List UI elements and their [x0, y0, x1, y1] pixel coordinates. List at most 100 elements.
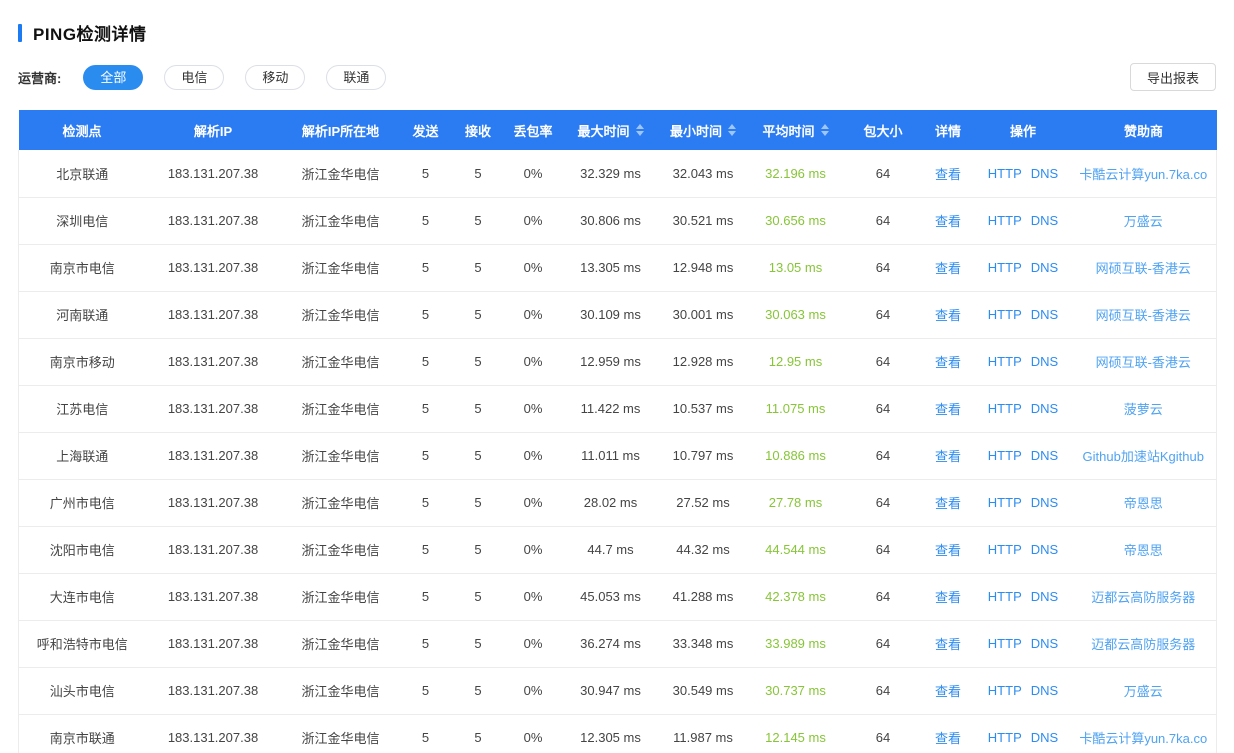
cell-sponsor: 卡酷云计算yun.7ka.co [1070, 150, 1217, 198]
cell-sent: 5 [400, 667, 451, 715]
cell-avg: 12.95 ms [745, 338, 846, 386]
sort-icon[interactable] [728, 124, 736, 136]
cell-ip: 183.131.207.38 [145, 244, 281, 292]
filter-telecom-button[interactable]: 电信 [164, 64, 225, 90]
view-detail-link[interactable]: 查看 [935, 214, 961, 229]
dns-link[interactable]: DNS [1031, 448, 1058, 463]
view-detail-link[interactable]: 查看 [935, 637, 961, 652]
http-link[interactable]: HTTP [988, 307, 1022, 322]
http-link[interactable]: HTTP [988, 448, 1022, 463]
http-link[interactable]: HTTP [988, 401, 1022, 416]
sponsor-link[interactable]: 帝恩思 [1124, 543, 1163, 558]
sponsor-link[interactable]: 帝恩思 [1124, 496, 1163, 511]
column-header[interactable]: 最大时间 [560, 110, 661, 150]
table-body: 北京联通 183.131.207.38 浙江金华电信 5 5 0% 32.329 ms 32.… [18, 150, 1217, 753]
filter-unicom-button[interactable]: 联通 [326, 64, 387, 90]
cell-actions: HTTP DNS [975, 385, 1071, 433]
sort-asc-icon[interactable] [635, 124, 644, 129]
view-detail-link[interactable]: 查看 [935, 402, 961, 417]
http-link[interactable]: HTTP [988, 354, 1022, 369]
column-header: 接收 [450, 110, 506, 150]
sort-desc-icon[interactable] [635, 131, 644, 136]
dns-link[interactable]: DNS [1031, 636, 1058, 651]
http-link[interactable]: HTTP [988, 213, 1022, 228]
sponsor-link[interactable]: 万盛云 [1124, 214, 1163, 229]
cell-received: 5 [450, 244, 506, 292]
export-report-button[interactable]: 导出报表 [1129, 63, 1216, 91]
view-detail-link[interactable]: 查看 [935, 355, 961, 370]
dns-link[interactable]: DNS [1031, 260, 1058, 275]
dns-link[interactable]: DNS [1031, 307, 1058, 322]
http-link[interactable]: HTTP [988, 730, 1022, 745]
cell-location: 浙江金华电信 [280, 667, 401, 715]
sponsor-link[interactable]: 网硕互联-香港云 [1096, 261, 1191, 276]
dns-link[interactable]: DNS [1031, 542, 1058, 557]
title-marker-bar [18, 23, 22, 42]
cell-loss: 0% [505, 432, 561, 480]
http-link[interactable]: HTTP [988, 683, 1022, 698]
cell-sent: 5 [400, 714, 451, 753]
sponsor-link[interactable]: 迈都云高防服务器 [1091, 590, 1195, 605]
cell-spot: 沈阳市电信 [18, 526, 146, 574]
column-header: 解析IP [145, 110, 281, 150]
sponsor-link[interactable]: 卡酷云计算yun.7ka.co [1079, 167, 1207, 182]
view-detail-link[interactable]: 查看 [935, 496, 961, 511]
cell-sent: 5 [400, 197, 451, 245]
cell-location: 浙江金华电信 [280, 479, 401, 527]
cell-sponsor: 万盛云 [1070, 197, 1217, 245]
dns-link[interactable]: DNS [1031, 589, 1058, 604]
column-header[interactable]: 最小时间 [660, 110, 746, 150]
cell-size: 64 [845, 291, 921, 339]
cell-location: 浙江金华电信 [280, 197, 401, 245]
sponsor-link[interactable]: Github加速站Kgithub [1083, 449, 1204, 464]
dns-link[interactable]: DNS [1031, 213, 1058, 228]
filter-all-button[interactable]: 全部 [83, 64, 144, 90]
http-link[interactable]: HTTP [988, 260, 1022, 275]
sponsor-link[interactable]: 网硕互联-香港云 [1096, 308, 1191, 323]
http-link[interactable]: HTTP [988, 636, 1022, 651]
dns-link[interactable]: DNS [1031, 495, 1058, 510]
cell-avg: 11.075 ms [745, 385, 846, 433]
sponsor-link[interactable]: 卡酷云计算yun.7ka.co [1079, 731, 1207, 746]
sponsor-link[interactable]: 万盛云 [1124, 684, 1163, 699]
cell-loss: 0% [505, 526, 561, 574]
dns-link[interactable]: DNS [1031, 166, 1058, 181]
cell-spot: 呼和浩特市电信 [18, 620, 146, 668]
sort-asc-icon[interactable] [820, 124, 829, 129]
dns-link[interactable]: DNS [1031, 401, 1058, 416]
view-detail-link[interactable]: 查看 [935, 308, 961, 323]
view-detail-link[interactable]: 查看 [935, 590, 961, 605]
view-detail-link[interactable]: 查看 [935, 449, 961, 464]
cell-ip: 183.131.207.38 [145, 573, 281, 621]
cell-received: 5 [450, 479, 506, 527]
sponsor-link[interactable]: 网硕互联-香港云 [1096, 355, 1191, 370]
column-header[interactable]: 平均时间 [745, 110, 846, 150]
dns-link[interactable]: DNS [1031, 730, 1058, 745]
http-link[interactable]: HTTP [988, 589, 1022, 604]
sort-desc-icon[interactable] [820, 131, 829, 136]
view-detail-link[interactable]: 查看 [935, 167, 961, 182]
filter-mobile-button[interactable]: 移动 [245, 64, 306, 90]
cell-sent: 5 [400, 338, 451, 386]
table-row: 大连市电信 183.131.207.38 浙江金华电信 5 5 0% 45.053 ms 41… [18, 573, 1217, 621]
http-link[interactable]: HTTP [988, 166, 1022, 181]
sort-icon[interactable] [820, 124, 829, 136]
view-detail-link[interactable]: 查看 [935, 543, 961, 558]
http-link[interactable]: HTTP [988, 542, 1022, 557]
cell-max: 30.806 ms [560, 197, 661, 245]
cell-actions: HTTP DNS [975, 573, 1071, 621]
sort-asc-icon[interactable] [728, 124, 736, 129]
sponsor-link[interactable]: 迈都云高防服务器 [1091, 637, 1195, 652]
dns-link[interactable]: DNS [1031, 683, 1058, 698]
sponsor-link[interactable]: 菠萝云 [1124, 402, 1163, 417]
sort-desc-icon[interactable] [728, 131, 736, 136]
http-link[interactable]: HTTP [988, 495, 1022, 510]
cell-detail: 查看 [920, 338, 976, 386]
dns-link[interactable]: DNS [1031, 354, 1058, 369]
cell-max: 45.053 ms [560, 573, 661, 621]
cell-sent: 5 [400, 244, 451, 292]
view-detail-link[interactable]: 查看 [935, 731, 961, 746]
view-detail-link[interactable]: 查看 [935, 261, 961, 276]
view-detail-link[interactable]: 查看 [935, 684, 961, 699]
sort-icon[interactable] [635, 124, 644, 136]
